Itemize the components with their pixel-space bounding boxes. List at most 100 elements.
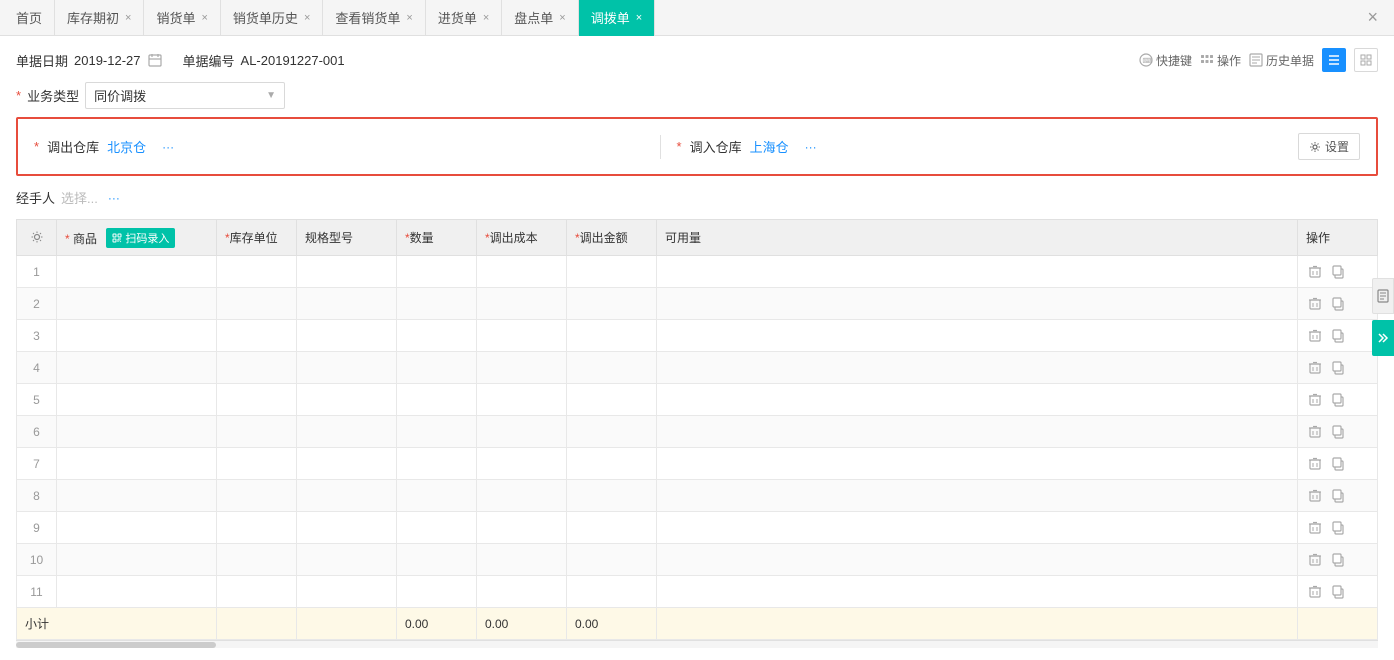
row-amount[interactable] [567,256,657,288]
row-cost[interactable] [477,352,567,384]
row-amount[interactable] [567,512,657,544]
row-unit[interactable] [217,512,297,544]
warehouse-out-ellipsis[interactable]: ··· [162,140,174,154]
row-unit[interactable] [217,384,297,416]
column-settings-icon[interactable] [28,228,46,246]
shortcut-action[interactable]: ⌨ 快捷键 [1139,52,1192,69]
history-action[interactable]: 历史单据 [1249,52,1314,69]
row-product[interactable] [57,512,217,544]
copy-row-icon[interactable] [1330,359,1348,377]
row-amount[interactable] [567,288,657,320]
window-close-button[interactable]: × [1367,7,1386,28]
row-unit[interactable] [217,448,297,480]
row-unit[interactable] [217,576,297,608]
calendar-icon[interactable] [147,52,163,68]
delete-row-icon[interactable] [1306,327,1324,345]
copy-row-icon[interactable] [1330,423,1348,441]
view-toggle-lines[interactable] [1322,48,1346,72]
row-unit[interactable] [217,320,297,352]
tab-close-sales-order[interactable]: × [201,12,207,24]
warehouse-in-value[interactable]: 上海仓 [750,137,789,156]
delete-row-icon[interactable] [1306,423,1324,441]
sidebar-expand-icon[interactable] [1372,320,1394,356]
row-amount[interactable] [567,416,657,448]
date-value[interactable]: 2019-12-27 [74,53,141,68]
row-cost[interactable] [477,544,567,576]
tab-home[interactable]: 首页 [8,0,55,36]
row-amount[interactable] [567,384,657,416]
business-type-select[interactable]: 同价调拨 ▼ [85,82,285,109]
row-amount[interactable] [567,576,657,608]
row-unit[interactable] [217,544,297,576]
operations-action[interactable]: 操作 [1200,52,1241,69]
tab-close-view-sales[interactable]: × [406,12,412,24]
row-amount[interactable] [567,320,657,352]
copy-row-icon[interactable] [1330,455,1348,473]
settings-button[interactable]: 设置 [1298,133,1360,160]
row-spec[interactable] [297,384,397,416]
copy-row-icon[interactable] [1330,519,1348,537]
row-product[interactable] [57,480,217,512]
row-amount[interactable] [567,480,657,512]
delete-row-icon[interactable] [1306,583,1324,601]
delete-row-icon[interactable] [1306,263,1324,281]
row-unit[interactable] [217,416,297,448]
copy-row-icon[interactable] [1330,487,1348,505]
row-qty[interactable] [397,320,477,352]
tab-initial-stock[interactable]: 库存期初 × [55,0,144,36]
delete-row-icon[interactable] [1306,551,1324,569]
row-qty[interactable] [397,480,477,512]
row-qty[interactable] [397,416,477,448]
row-qty[interactable] [397,544,477,576]
row-cost[interactable] [477,256,567,288]
row-spec[interactable] [297,480,397,512]
tab-sales-order[interactable]: 销货单 × [144,0,220,36]
tab-purchase[interactable]: 进货单 × [426,0,502,36]
row-spec[interactable] [297,448,397,480]
row-cost[interactable] [477,288,567,320]
row-qty[interactable] [397,384,477,416]
row-product[interactable] [57,352,217,384]
row-spec[interactable] [297,512,397,544]
row-amount[interactable] [567,352,657,384]
row-qty[interactable] [397,576,477,608]
row-cost[interactable] [477,384,567,416]
row-spec[interactable] [297,352,397,384]
copy-row-icon[interactable] [1330,327,1348,345]
row-cost[interactable] [477,512,567,544]
tab-view-sales[interactable]: 查看销货单 × [323,0,425,36]
tab-close-initial-stock[interactable]: × [125,12,131,24]
tab-close-sales-history[interactable]: × [304,12,310,24]
row-qty[interactable] [397,352,477,384]
warehouse-in-ellipsis[interactable]: ··· [805,140,817,154]
copy-row-icon[interactable] [1330,295,1348,313]
row-unit[interactable] [217,256,297,288]
row-amount[interactable] [567,448,657,480]
delete-row-icon[interactable] [1306,519,1324,537]
tab-inventory[interactable]: 盘点单 × [502,0,578,36]
copy-row-icon[interactable] [1330,263,1348,281]
view-toggle-grid[interactable] [1354,48,1378,72]
row-cost[interactable] [477,448,567,480]
delete-row-icon[interactable] [1306,391,1324,409]
copy-row-icon[interactable] [1330,391,1348,409]
row-cost[interactable] [477,320,567,352]
row-product[interactable] [57,576,217,608]
row-qty[interactable] [397,288,477,320]
row-amount[interactable] [567,544,657,576]
delete-row-icon[interactable] [1306,455,1324,473]
person-ellipsis[interactable]: ··· [108,191,120,205]
row-spec[interactable] [297,576,397,608]
delete-row-icon[interactable] [1306,295,1324,313]
row-spec[interactable] [297,416,397,448]
copy-row-icon[interactable] [1330,551,1348,569]
horizontal-scrollbar[interactable] [16,640,1378,648]
delete-row-icon[interactable] [1306,359,1324,377]
tab-close-purchase[interactable]: × [483,12,489,24]
scrollbar-thumb[interactable] [16,642,216,648]
row-unit[interactable] [217,480,297,512]
row-unit[interactable] [217,288,297,320]
row-cost[interactable] [477,480,567,512]
row-spec[interactable] [297,320,397,352]
row-qty[interactable] [397,256,477,288]
